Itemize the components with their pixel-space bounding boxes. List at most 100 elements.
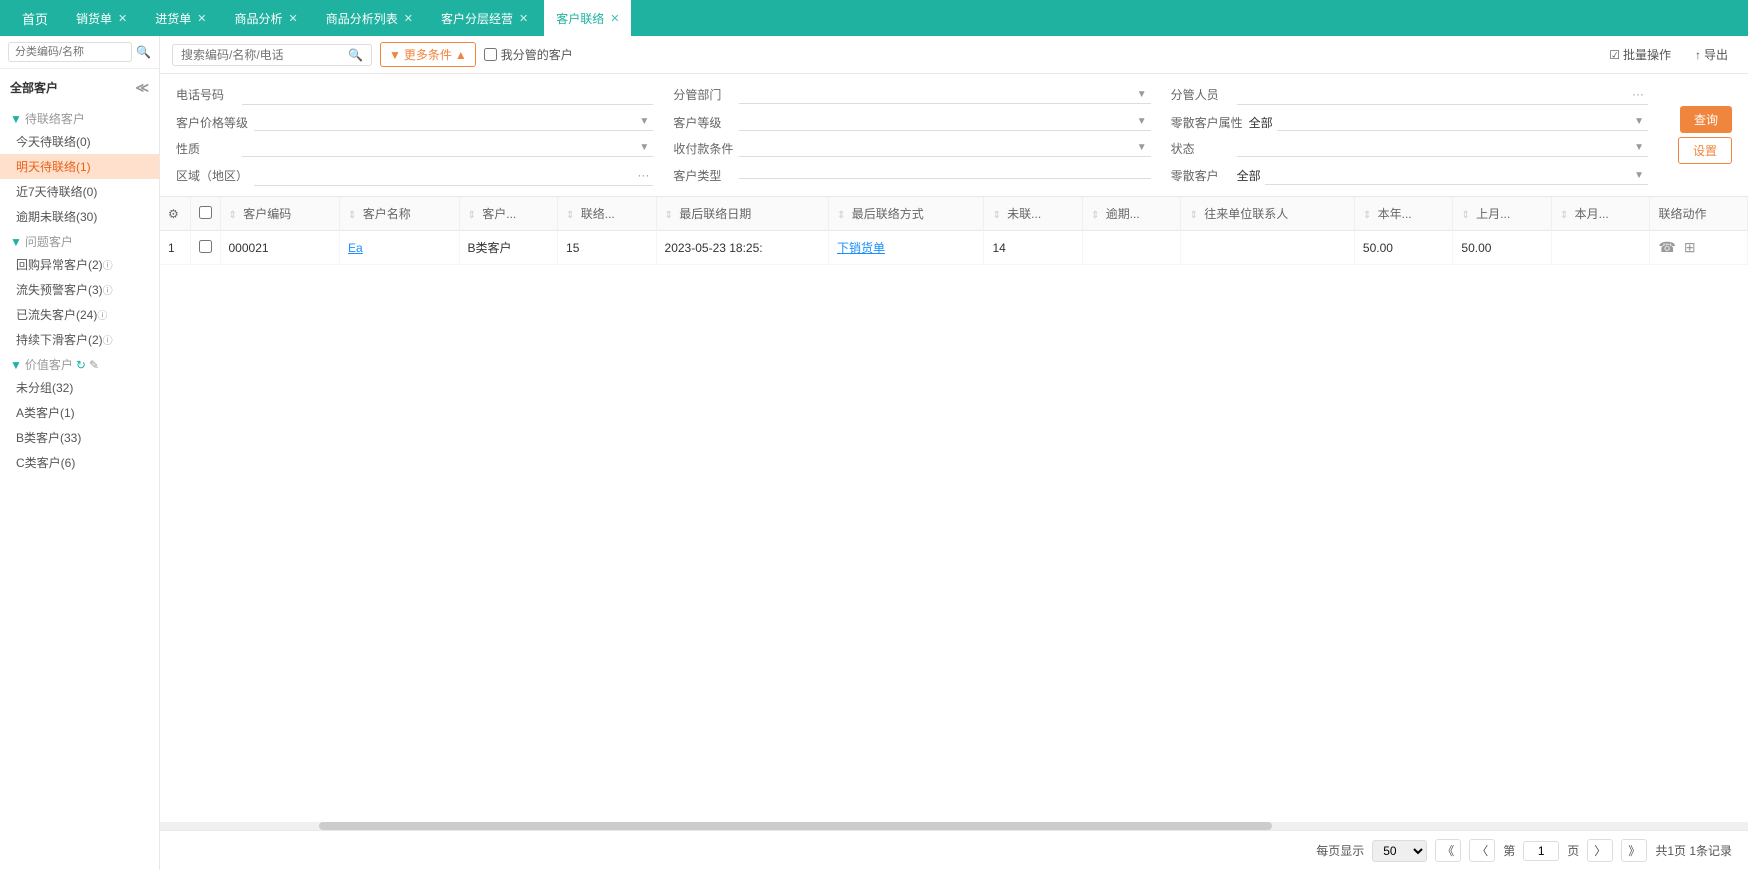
- sidebar-item-class-a[interactable]: A类客户(1): [0, 400, 159, 425]
- sidebar-item-churned[interactable]: 已流失客户(24) ⓘ: [0, 302, 159, 327]
- dept-select[interactable]: ▼: [739, 86, 1150, 104]
- nav-customer-contact[interactable]: 客户联络 ✕: [544, 0, 631, 36]
- nav-purchase[interactable]: 进货单 ✕: [143, 0, 218, 36]
- toolbar-search-input[interactable]: [181, 48, 344, 62]
- more-filters-button[interactable]: ▼ 更多条件 ▲: [380, 42, 476, 67]
- customer-level-select[interactable]: ▼: [739, 113, 1150, 131]
- gender-select[interactable]: ▼: [242, 139, 653, 157]
- table-row: 1 000021 Ea B类客户 15 2023-05-23 18:25: 下销…: [160, 231, 1748, 265]
- close-purchase-icon[interactable]: ✕: [197, 12, 206, 25]
- top-nav: 首页 销货单 ✕ 进货单 ✕ 商品分析 ✕ 商品分析列表 ✕ 客户分层经营 ✕ …: [0, 0, 1748, 36]
- settings-button[interactable]: 设置: [1678, 137, 1732, 164]
- action-phone-icon[interactable]: ☎: [1658, 239, 1675, 256]
- table-header-row: ⚙ ⇕ 客户编码 ⇕ 客户名称: [160, 197, 1748, 231]
- retail-customer-chevron-icon: ▼: [1634, 170, 1644, 181]
- col-no-contact: ⇕ 未联...: [984, 197, 1083, 231]
- query-button[interactable]: 查询: [1680, 106, 1732, 133]
- gender-chevron-icon: ▼: [639, 142, 649, 153]
- col-overdue-sort-icon: ⇕: [1091, 210, 1099, 221]
- action-grid-icon[interactable]: ⊞: [1684, 239, 1696, 256]
- col-name: ⇕ 客户名称: [340, 197, 460, 231]
- prev-page-button[interactable]: 〈: [1469, 839, 1495, 862]
- region-select[interactable]: ···: [254, 165, 653, 186]
- value-refresh-icon[interactable]: ↻: [76, 358, 86, 372]
- info-icon-churn-warning: ⓘ: [103, 282, 113, 297]
- filter-gender: 性质 ▼: [176, 139, 653, 157]
- filter-row-3: 性质 ▼ 收付款条件 ▼: [176, 139, 1648, 157]
- price-level-chevron-icon: ▼: [639, 116, 649, 127]
- current-page-input[interactable]: [1523, 841, 1559, 861]
- sidebar-search-icon[interactable]: 🔍: [136, 45, 151, 59]
- retail-attr-select[interactable]: ▼: [1277, 113, 1648, 131]
- sidebar-pending-group: ▼ 待联络客户: [0, 106, 159, 129]
- price-level-select[interactable]: ▼: [254, 113, 653, 131]
- page-size-select[interactable]: 50 20 100: [1372, 840, 1427, 862]
- row-select-checkbox[interactable]: [199, 240, 212, 253]
- col-type-sort-icon: ⇕: [468, 210, 476, 221]
- row-last-month: 50.00: [1453, 231, 1552, 265]
- sidebar-item-churn-warning[interactable]: 流失预警客户(3) ⓘ: [0, 277, 159, 302]
- customer-type-label: 客户类型: [673, 167, 733, 184]
- sidebar-item-class-c[interactable]: C类客户(6): [0, 450, 159, 475]
- customer-table: ⚙ ⇕ 客户编码 ⇕ 客户名称: [160, 197, 1748, 265]
- phone-input[interactable]: [242, 84, 653, 105]
- export-icon: ↑: [1695, 48, 1701, 62]
- first-page-button[interactable]: 《: [1435, 839, 1461, 862]
- info-icon-churned: ⓘ: [97, 307, 107, 322]
- sidebar-item-7days[interactable]: 近7天待联络(0): [0, 179, 159, 204]
- row-name[interactable]: Ea: [340, 231, 460, 265]
- info-icon-declining: ⓘ: [103, 332, 113, 347]
- customer-type-select[interactable]: [739, 172, 1150, 179]
- sidebar-item-class-b[interactable]: B类客户(33): [0, 425, 159, 450]
- status-select[interactable]: ▼: [1237, 139, 1648, 157]
- export-button[interactable]: ↑ 导出: [1687, 43, 1736, 66]
- nav-customer-tier[interactable]: 客户分层经营 ✕: [429, 0, 540, 36]
- close-product-analysis-icon[interactable]: ✕: [289, 12, 298, 25]
- nav-home[interactable]: 首页: [10, 0, 60, 36]
- retail-customer-select[interactable]: ▼: [1265, 167, 1648, 185]
- sidebar-item-today[interactable]: 今天待联络(0): [0, 129, 159, 154]
- row-checkbox: [190, 231, 220, 265]
- row-contact-person: [1181, 231, 1354, 265]
- main-layout: 🔍 全部客户 ≪ ▼ 待联络客户 今天待联络(0) 明天待联络(1) 近7天待联…: [0, 36, 1748, 870]
- sidebar-all-customers[interactable]: 全部客户 ≪: [0, 73, 159, 102]
- payment-select[interactable]: ▼: [739, 139, 1150, 157]
- value-edit-icon[interactable]: ✎: [89, 358, 99, 372]
- settings-col-icon[interactable]: ⚙: [168, 207, 179, 221]
- person-dots-icon[interactable]: ···: [1632, 87, 1644, 101]
- action-icons: ☎ ⊞: [1658, 239, 1739, 256]
- sidebar-item-tomorrow[interactable]: 明天待联络(1): [0, 154, 159, 179]
- col-this-month: ⇕ 本月...: [1551, 197, 1650, 231]
- sidebar-item-overdue[interactable]: 逾期未联络(30): [0, 204, 159, 229]
- close-customer-tier-icon[interactable]: ✕: [519, 12, 528, 25]
- sidebar-search-input[interactable]: [8, 42, 132, 62]
- row-last-method[interactable]: 下销货单: [828, 231, 983, 265]
- nav-sales[interactable]: 销货单 ✕: [64, 0, 139, 36]
- next-page-button[interactable]: 〉: [1587, 839, 1613, 862]
- col-lmonth-sort-icon: ⇕: [1461, 210, 1469, 221]
- col-checkbox: [190, 197, 220, 231]
- phone-label: 电话号码: [176, 86, 236, 103]
- col-last-date: ⇕ 最后联络日期: [656, 197, 828, 231]
- filter-region: 区域（地区） ···: [176, 165, 653, 186]
- close-sales-icon[interactable]: ✕: [118, 12, 127, 25]
- retail-customer-label: 零散客户: [1171, 167, 1231, 184]
- collapse-icon: ≪: [135, 80, 149, 96]
- batch-op-button[interactable]: ☑ 批量操作: [1601, 43, 1679, 66]
- nav-product-analysis-list[interactable]: 商品分析列表 ✕: [314, 0, 425, 36]
- nav-product-analysis[interactable]: 商品分析 ✕: [222, 0, 309, 36]
- horizontal-scrollbar[interactable]: [160, 822, 1748, 830]
- person-select[interactable]: ···: [1237, 84, 1648, 105]
- region-dots-icon[interactable]: ···: [637, 168, 649, 182]
- close-customer-contact-icon[interactable]: ✕: [610, 12, 619, 25]
- sidebar-item-unclassified[interactable]: 未分组(32): [0, 375, 159, 400]
- sidebar-item-declining[interactable]: 持续下滑客户(2) ⓘ: [0, 327, 159, 352]
- sidebar-item-abnormal[interactable]: 回购异常客户(2) ⓘ: [0, 252, 159, 277]
- payment-chevron-icon: ▼: [1137, 142, 1147, 153]
- last-page-button[interactable]: 》: [1621, 839, 1647, 862]
- select-all-checkbox[interactable]: [199, 206, 212, 219]
- my-customers-checkbox[interactable]: [484, 48, 497, 61]
- sidebar: 🔍 全部客户 ≪ ▼ 待联络客户 今天待联络(0) 明天待联络(1) 近7天待联…: [0, 36, 160, 870]
- close-product-analysis-list-icon[interactable]: ✕: [404, 12, 413, 25]
- toolbar-search-icon[interactable]: 🔍: [348, 48, 363, 62]
